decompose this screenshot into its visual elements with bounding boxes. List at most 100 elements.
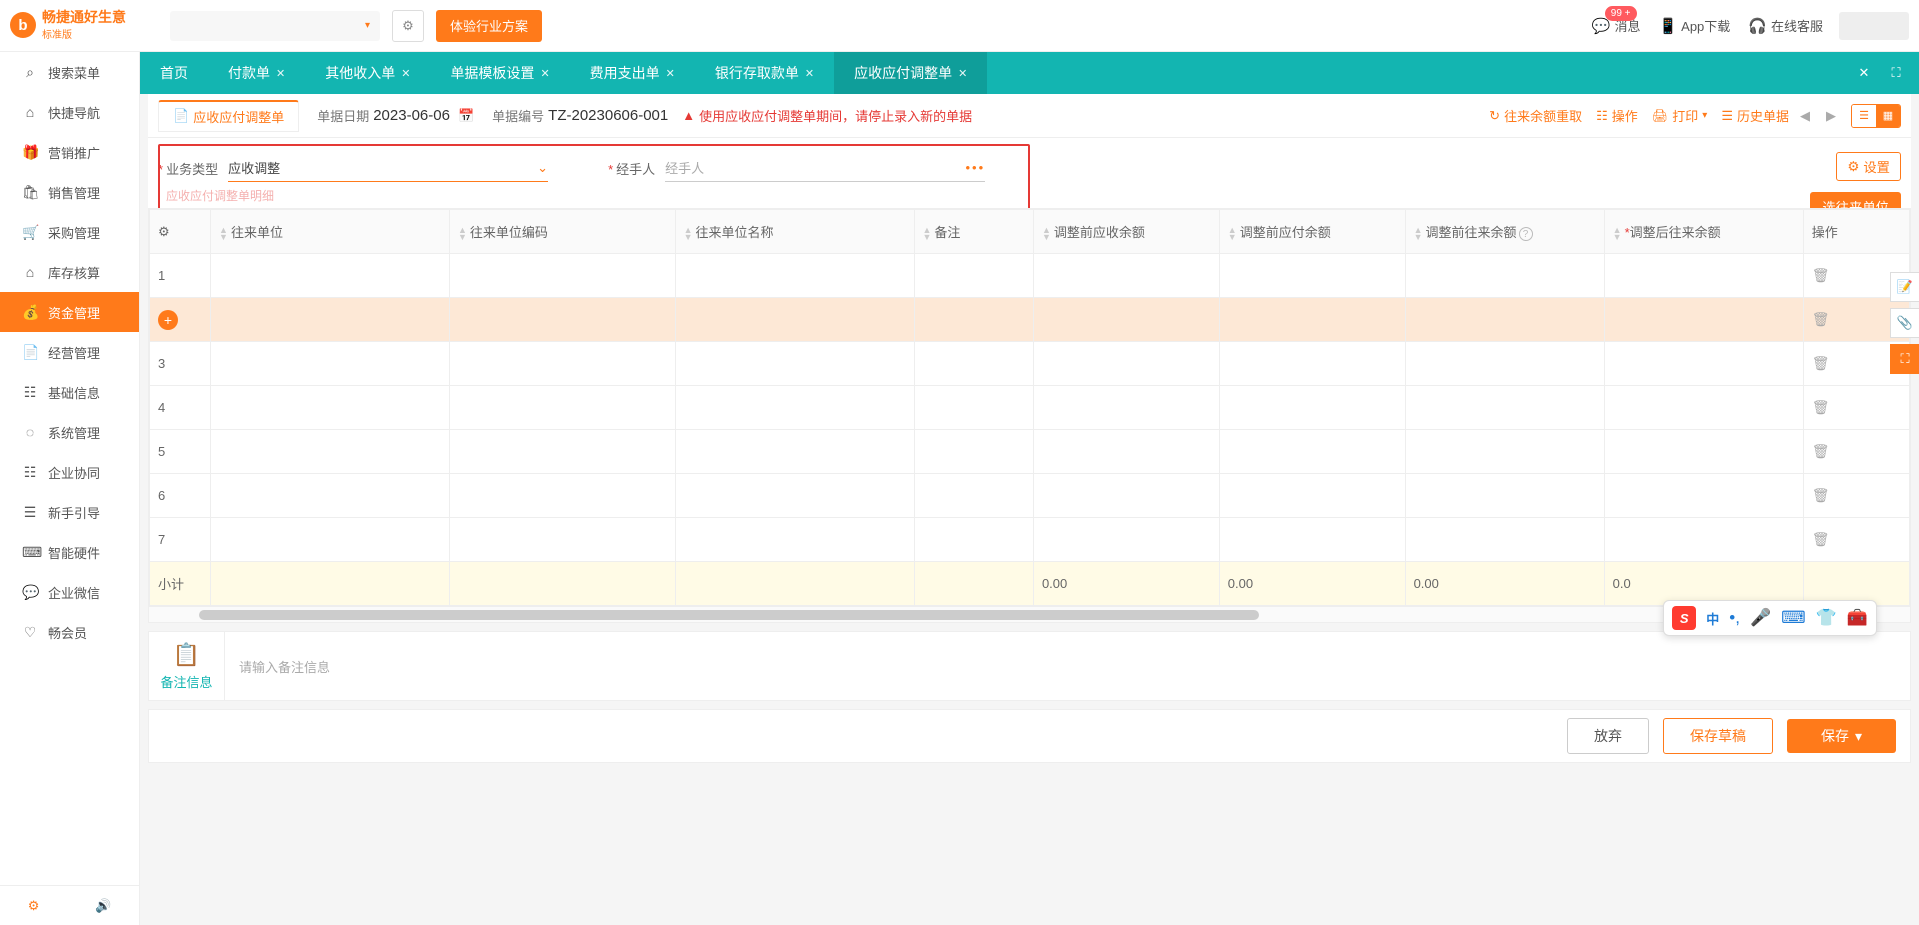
form-settings-button[interactable]: ⚙设置 (1836, 152, 1901, 181)
add-row-icon[interactable]: + (158, 310, 178, 330)
tab-0[interactable]: 首页 (140, 52, 208, 94)
table-row[interactable]: 1🗑 (150, 254, 1910, 298)
ime-toolbox-icon[interactable]: 🧰 (1847, 608, 1868, 628)
tab-5[interactable]: 银行存取款单✕ (695, 52, 834, 94)
help-icon[interactable]: ? (1519, 227, 1533, 241)
table-row[interactable]: +🗑 (150, 298, 1910, 342)
dock-expand-button[interactable]: ⛶ (1890, 344, 1919, 374)
delete-row-icon[interactable]: 🗑 (1812, 355, 1830, 371)
tab-6[interactable]: 应收应付调整单✕ (834, 52, 987, 94)
tab-close-icon[interactable]: ✕ (666, 67, 675, 80)
sidebar-item-11[interactable]: ☰新手引导 (0, 492, 139, 532)
settings-gear-button[interactable]: ⚙ (392, 10, 424, 42)
ime-punct-icon[interactable]: •, (1729, 608, 1740, 628)
ime-floating-bar[interactable]: S 中 •, 🎤 ⌨ 👕 🧰 (1663, 600, 1877, 636)
print-link[interactable]: 🖨打印 ▾ (1652, 106, 1708, 125)
table-row[interactable]: 6🗑 (150, 474, 1910, 518)
table-row[interactable]: 3🗑 (150, 342, 1910, 386)
next-doc-button[interactable]: ▶ (1821, 108, 1841, 124)
delete-row-icon[interactable]: 🗑 (1812, 311, 1830, 327)
balance-regen-link[interactable]: ↻往来余额重取 (1489, 106, 1582, 125)
calendar-icon[interactable]: 📅 (458, 108, 474, 124)
business-type-field: *业务类型 应收调整 ⌄ (158, 154, 548, 182)
operate-link[interactable]: ☷操作 (1596, 106, 1638, 125)
delete-row-icon[interactable]: 🗑 (1812, 443, 1830, 459)
col-post-bal[interactable]: ▲▼*调整后往来余额 (1604, 210, 1803, 254)
hidden-red-text: 应收应付调整单明细 (166, 187, 274, 204)
sidebar-item-4[interactable]: 🛒采购管理 (0, 212, 139, 252)
delete-row-icon[interactable]: 🗑 (1812, 487, 1830, 503)
tab-expand-button[interactable]: ⛶ (1885, 62, 1907, 84)
discard-button[interactable]: 放弃 (1567, 718, 1649, 754)
top-header: b 畅捷通好生意 标准版 ▾ ⚙ 体验行业方案 99 + 💬 消息 📱 App下… (0, 0, 1919, 52)
collapse-icon[interactable]: ⚙ (28, 898, 40, 914)
service-label: 在线客服 (1771, 16, 1823, 35)
ime-mic-icon[interactable]: 🎤 (1750, 608, 1771, 628)
table-row[interactable]: 4🗑 (150, 386, 1910, 430)
view-list-button[interactable]: ☰ (1852, 105, 1876, 127)
save-draft-button[interactable]: 保存草稿 (1663, 718, 1773, 754)
app-download-link[interactable]: 📱 App下载 (1658, 16, 1730, 35)
view-card-button[interactable]: ▦ (1876, 105, 1900, 127)
dock-note-button[interactable]: 📝 (1890, 272, 1919, 302)
tab-4[interactable]: 费用支出单✕ (570, 52, 695, 94)
sidebar-item-12[interactable]: ⌨智能硬件 (0, 532, 139, 572)
col-pre-bal[interactable]: ▲▼调整前往来余额? (1405, 210, 1604, 254)
prev-doc-button[interactable]: ◀ (1795, 108, 1815, 124)
ime-lang[interactable]: 中 (1706, 609, 1719, 628)
sidebar-item-7[interactable]: 📄经营管理 (0, 332, 139, 372)
delete-row-icon[interactable]: 🗑 (1812, 267, 1830, 283)
date-value[interactable]: 2023-06-06 (373, 107, 450, 124)
more-icon[interactable]: ••• (966, 160, 986, 175)
handler-input[interactable]: 经手人 ••• (665, 154, 985, 182)
history-link[interactable]: ☰历史单据 (1721, 106, 1789, 125)
table-row[interactable]: 7🗑 (150, 518, 1910, 562)
dock-attach-button[interactable]: 📎 (1890, 308, 1919, 338)
sidebar-item-1[interactable]: ⌂快捷导航 (0, 92, 139, 132)
sidebar-item-9[interactable]: ◌系统管理 (0, 412, 139, 452)
save-button[interactable]: 保存▾ (1787, 719, 1896, 753)
ime-keyboard-icon[interactable]: ⌨ (1781, 608, 1806, 628)
col-pre-ap[interactable]: ▲▼调整前应付余额 (1219, 210, 1405, 254)
user-avatar[interactable] (1839, 12, 1909, 40)
sidebar-item-6[interactable]: 💰资金管理 (0, 292, 139, 332)
sidebar-icon: 🛍 (22, 184, 38, 201)
delete-row-icon[interactable]: 🗑 (1812, 531, 1830, 547)
online-service-link[interactable]: 🎧 在线客服 (1748, 16, 1823, 35)
remark-input[interactable]: 请输入备注信息 (225, 657, 1910, 676)
tab-1[interactable]: 付款单✕ (208, 52, 305, 94)
tab-close-icon[interactable]: ✕ (401, 67, 410, 80)
sidebar-item-13[interactable]: 💬企业微信 (0, 572, 139, 612)
delete-row-icon[interactable]: 🗑 (1812, 399, 1830, 415)
biz-type-select[interactable]: 应收调整 ⌄ (228, 154, 548, 182)
horizontal-scrollbar[interactable] (149, 606, 1910, 622)
col-unit-code[interactable]: ▲▼往来单位编码 (449, 210, 675, 254)
ime-skin-icon[interactable]: 👕 (1816, 608, 1837, 628)
tab-close-icon[interactable]: ✕ (958, 67, 967, 80)
sidebar-item-3[interactable]: 🛍销售管理 (0, 172, 139, 212)
tab-close-all-button[interactable]: ✕ (1853, 62, 1875, 84)
tab-close-icon[interactable]: ✕ (805, 67, 814, 80)
sidebar-item-0[interactable]: ⌕搜索菜单 (0, 52, 139, 92)
tab-2[interactable]: 其他收入单✕ (305, 52, 430, 94)
messages-link[interactable]: 99 + 💬 消息 (1592, 16, 1641, 35)
tab-close-icon[interactable]: ✕ (276, 67, 285, 80)
col-unit-name[interactable]: ▲▼往来单位名称 (675, 210, 914, 254)
org-selector[interactable]: ▾ (170, 11, 380, 41)
sidebar-item-2[interactable]: 🎁营销推广 (0, 132, 139, 172)
sidebar-item-8[interactable]: ☷基础信息 (0, 372, 139, 412)
tab-close-icon[interactable]: ✕ (540, 67, 549, 80)
trial-button[interactable]: 体验行业方案 (436, 10, 542, 42)
sidebar-item-5[interactable]: ⌂库存核算 (0, 252, 139, 292)
table-row[interactable]: 5🗑 (150, 430, 1910, 474)
tab-3[interactable]: 单据模板设置✕ (430, 52, 569, 94)
row-index: + (150, 298, 211, 342)
col-remark[interactable]: ▲▼备注 (914, 210, 1033, 254)
sidebar-item-10[interactable]: ☷企业协同 (0, 452, 139, 492)
sound-icon[interactable]: 🔊 (95, 898, 111, 914)
col-pre-ar[interactable]: ▲▼调整前应收余额 (1033, 210, 1219, 254)
col-unit[interactable]: ▲▼往来单位 (211, 210, 450, 254)
sidebar-item-14[interactable]: ♡畅会员 (0, 612, 139, 652)
row-settings-header[interactable]: ⚙ (150, 210, 211, 254)
code-value: TZ-20230606-001 (548, 107, 668, 124)
